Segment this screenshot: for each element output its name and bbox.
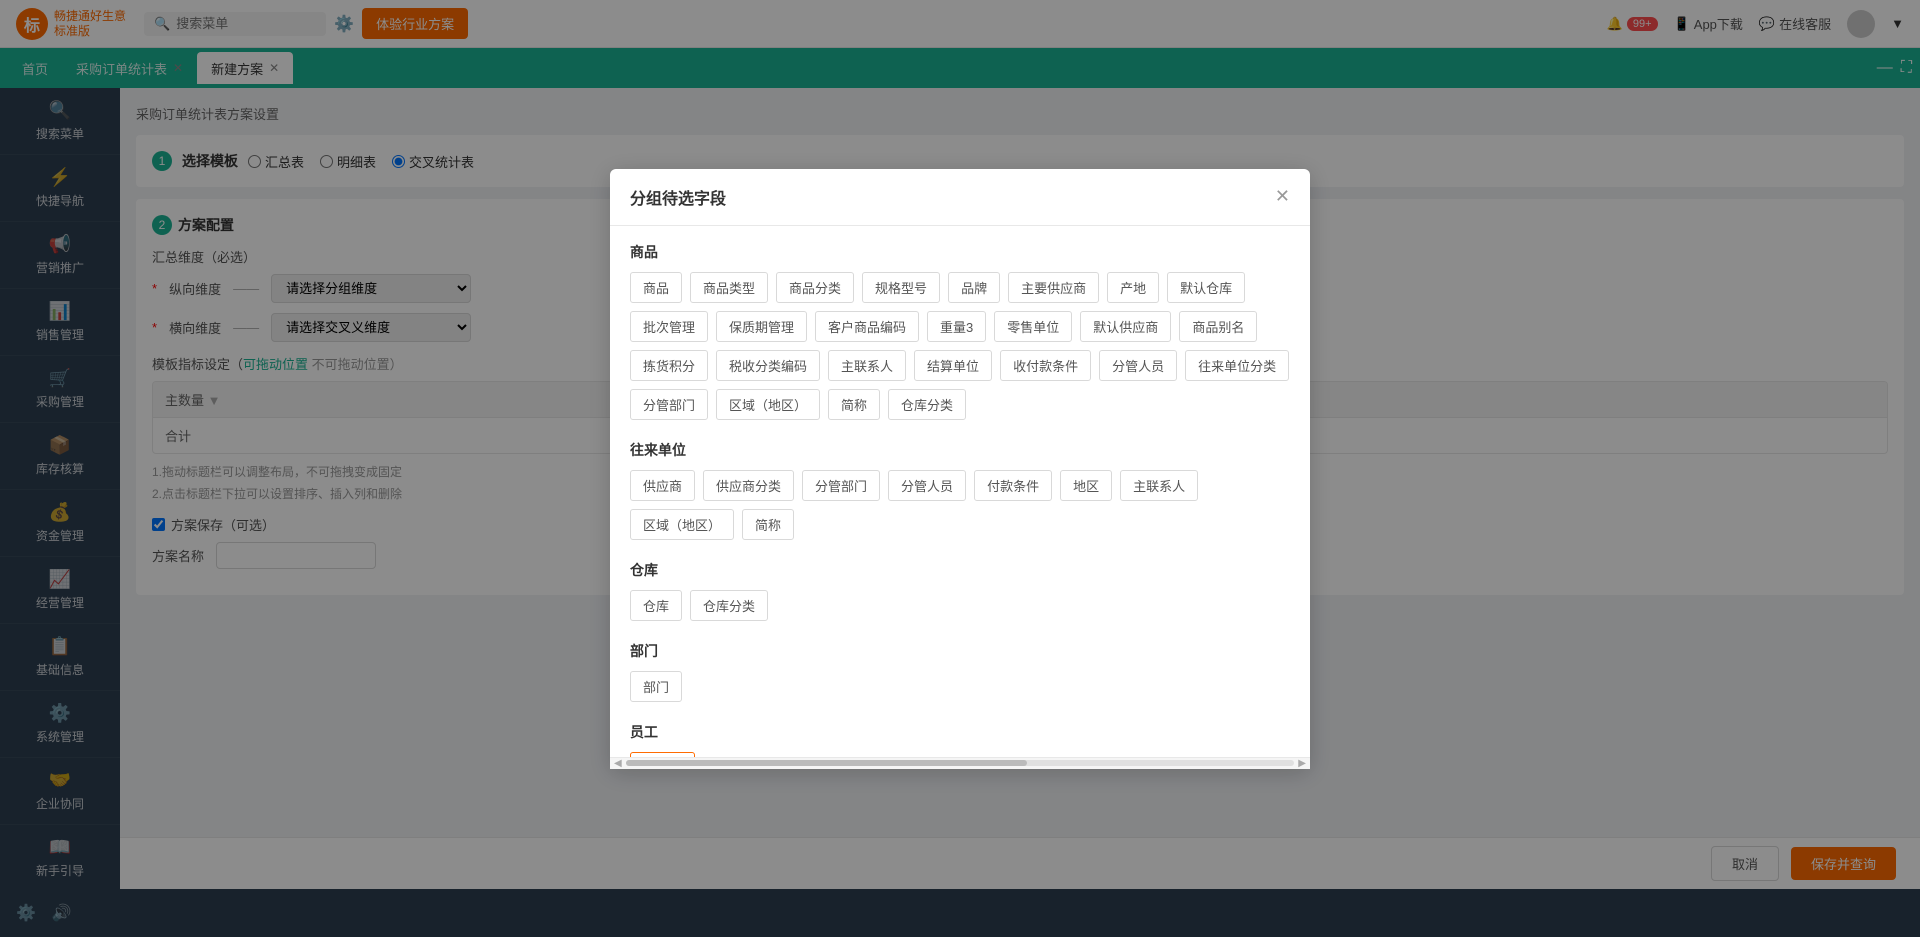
field-tag-weight[interactable]: 重量3	[927, 311, 986, 342]
field-tag-spec[interactable]: 规格型号	[862, 272, 940, 303]
section-goods-title: 商品	[630, 242, 1290, 262]
field-tag-origin[interactable]: 产地	[1107, 272, 1159, 303]
section-employee-title: 员工	[630, 722, 1290, 742]
dialog-header: 分组待选字段 ✕	[610, 169, 1310, 226]
field-tag-shelf-life[interactable]: 保质期管理	[716, 311, 807, 342]
modal-overlay: 分组待选字段 ✕ 商品 商品 商品类型 商品分类 规格型号 品牌 主要供应商 产…	[0, 0, 1920, 937]
scroll-track-horizontal	[626, 760, 1295, 766]
section-counterpart: 往来单位 供应商 供应商分类 分管部门 分管人员 付款条件 地区 主联系人 区域…	[630, 440, 1290, 540]
field-tag-district[interactable]: 地区	[1060, 470, 1112, 501]
field-tag-batch[interactable]: 批次管理	[630, 311, 708, 342]
field-tag-retail-unit[interactable]: 零售单位	[994, 311, 1072, 342]
field-tag-short-name[interactable]: 简称	[828, 389, 880, 420]
field-tag-brand[interactable]: 品牌	[948, 272, 1000, 303]
field-tag-wh[interactable]: 仓库	[630, 590, 682, 621]
dialog-body[interactable]: 商品 商品 商品类型 商品分类 规格型号 品牌 主要供应商 产地 默认仓库 批次…	[610, 226, 1310, 757]
dialog: 分组待选字段 ✕ 商品 商品 商品类型 商品分类 规格型号 品牌 主要供应商 产…	[610, 169, 1310, 769]
field-tag-goods[interactable]: 商品	[630, 272, 682, 303]
field-tag-wh-cat[interactable]: 仓库分类	[888, 389, 966, 420]
field-tag-customer-code[interactable]: 客户商品编码	[815, 311, 919, 342]
field-tag-counterpart-cat[interactable]: 往来单位分类	[1185, 350, 1289, 381]
field-tag-abbr[interactable]: 简称	[742, 509, 794, 540]
section-goods: 商品 商品 商品类型 商品分类 规格型号 品牌 主要供应商 产地 默认仓库 批次…	[630, 242, 1290, 420]
section-warehouse-tags: 仓库 仓库分类	[630, 590, 1290, 621]
field-tag-settle-unit[interactable]: 结算单位	[914, 350, 992, 381]
section-warehouse-title: 仓库	[630, 560, 1290, 580]
field-tag-supplier-cat[interactable]: 供应商分类	[703, 470, 794, 501]
section-warehouse: 仓库 仓库 仓库分类	[630, 560, 1290, 621]
field-tag-department[interactable]: 部门	[630, 671, 682, 702]
field-tag-main-contact2[interactable]: 主联系人	[1120, 470, 1198, 501]
field-tag-pick-score[interactable]: 拣货积分	[630, 350, 708, 381]
field-tag-wh-category[interactable]: 仓库分类	[690, 590, 768, 621]
section-employee: 员工 业务员	[630, 722, 1290, 757]
field-tag-payment-terms[interactable]: 收付款条件	[1000, 350, 1091, 381]
section-department: 部门 部门	[630, 641, 1290, 702]
field-tag-default-sup[interactable]: 默认供应商	[1080, 311, 1171, 342]
field-tag-alias[interactable]: 商品别名	[1179, 311, 1257, 342]
field-tag-manager[interactable]: 分管人员	[1099, 350, 1177, 381]
field-tag-main-supplier[interactable]: 主要供应商	[1008, 272, 1099, 303]
dialog-title: 分组待选字段	[630, 185, 726, 209]
field-tag-supplier[interactable]: 供应商	[630, 470, 695, 501]
field-tag-goods-cat[interactable]: 商品分类	[776, 272, 854, 303]
field-tag-region2[interactable]: 区域（地区）	[630, 509, 734, 540]
dialog-close-button[interactable]: ✕	[1275, 186, 1290, 207]
dialog-scroll-h[interactable]: ◀ ▶	[610, 757, 1310, 769]
field-tag-tax-code[interactable]: 税收分类编码	[716, 350, 820, 381]
scroll-thumb-horizontal	[626, 760, 1027, 766]
section-department-tags: 部门	[630, 671, 1290, 702]
field-tag-main-contact[interactable]: 主联系人	[828, 350, 906, 381]
field-tag-pay-cond[interactable]: 付款条件	[974, 470, 1052, 501]
field-tag-region[interactable]: 区域（地区）	[716, 389, 820, 420]
field-tag-manage-dept[interactable]: 分管部门	[802, 470, 880, 501]
section-counterpart-tags: 供应商 供应商分类 分管部门 分管人员 付款条件 地区 主联系人 区域（地区） …	[630, 470, 1290, 540]
field-tag-manage-person[interactable]: 分管人员	[888, 470, 966, 501]
section-counterpart-title: 往来单位	[630, 440, 1290, 460]
scroll-right-arrow[interactable]: ▶	[1298, 758, 1306, 769]
section-goods-tags: 商品 商品类型 商品分类 规格型号 品牌 主要供应商 产地 默认仓库 批次管理 …	[630, 272, 1290, 420]
field-tag-dept[interactable]: 分管部门	[630, 389, 708, 420]
field-tag-goods-type[interactable]: 商品类型	[690, 272, 768, 303]
scroll-left-arrow[interactable]: ◀	[614, 758, 622, 769]
field-tag-default-wh[interactable]: 默认仓库	[1167, 272, 1245, 303]
section-department-title: 部门	[630, 641, 1290, 661]
